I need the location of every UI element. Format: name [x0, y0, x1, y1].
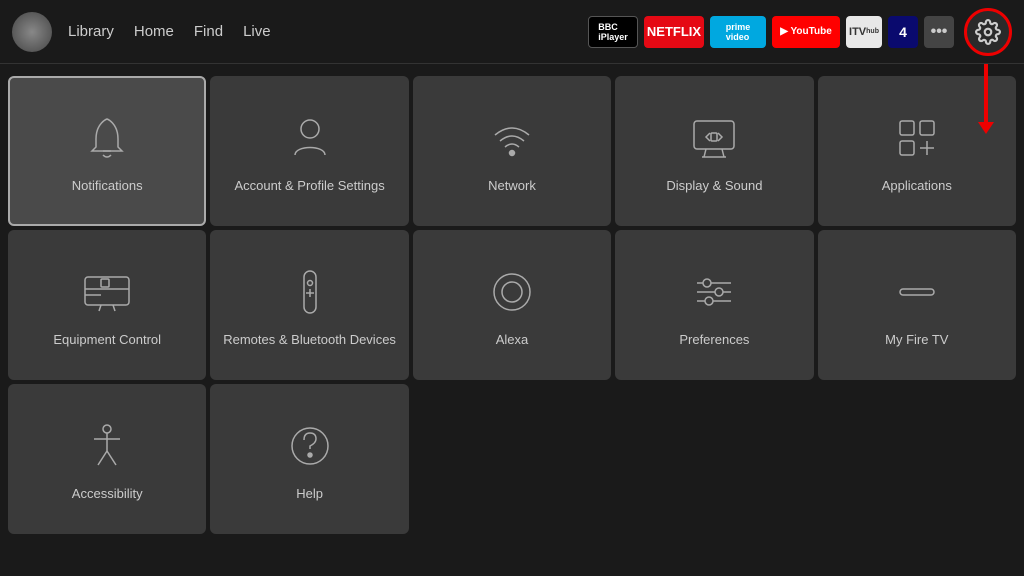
- display-icon-area: [684, 108, 744, 168]
- app-youtube[interactable]: ▶ YouTube: [772, 16, 840, 48]
- alexa-icon: [487, 267, 537, 317]
- accessibility-icon-area: [77, 416, 137, 476]
- wifi-icon: [487, 113, 537, 163]
- preferences-label: Preferences: [679, 332, 749, 349]
- network-icon-area: [482, 108, 542, 168]
- remotes-label: Remotes & Bluetooth Devices: [223, 332, 396, 349]
- accessibility-label: Accessibility: [72, 486, 143, 503]
- account-label: Account & Profile Settings: [234, 178, 384, 195]
- remotes-icon-area: [280, 262, 340, 322]
- gear-icon: [975, 19, 1001, 45]
- nav-home[interactable]: Home: [134, 23, 174, 40]
- grid-item-display-sound[interactable]: Display & Sound: [615, 76, 813, 226]
- grid-item-account[interactable]: Account & Profile Settings: [210, 76, 408, 226]
- display-sound-label: Display & Sound: [666, 178, 762, 195]
- nav-library[interactable]: Library: [68, 23, 114, 40]
- apps-icon: [892, 113, 942, 163]
- my-fire-tv-icon-area: [887, 262, 947, 322]
- grid-item-remotes[interactable]: Remotes & Bluetooth Devices: [210, 230, 408, 380]
- grid-item-accessibility[interactable]: Accessibility: [8, 384, 206, 534]
- applications-icon-area: [887, 108, 947, 168]
- accessibility-icon: [82, 421, 132, 471]
- nav-find[interactable]: Find: [194, 23, 223, 40]
- alexa-icon-area: [482, 262, 542, 322]
- bell-icon: [82, 113, 132, 163]
- sliders-icon: [689, 267, 739, 317]
- preferences-icon-area: [684, 262, 744, 322]
- app-4[interactable]: 4: [888, 16, 918, 48]
- help-icon-area: [280, 416, 340, 476]
- app-itv[interactable]: ITVhub: [846, 16, 882, 48]
- app-prime[interactable]: primevideo: [710, 16, 766, 48]
- grid-item-notifications[interactable]: Notifications: [8, 76, 206, 226]
- equipment-label: Equipment Control: [53, 332, 161, 349]
- my-fire-tv-label: My Fire TV: [885, 332, 948, 349]
- header: Library Home Find Live BBCiPlayer NETFLI…: [0, 0, 1024, 64]
- app-bbc[interactable]: BBCiPlayer: [588, 16, 638, 48]
- network-label: Network: [488, 178, 536, 195]
- applications-label: Applications: [882, 178, 952, 195]
- arrow-indicator: [984, 64, 988, 124]
- notifications-icon-area: [77, 108, 137, 168]
- app-more[interactable]: •••: [924, 16, 954, 48]
- grid-item-help[interactable]: Help: [210, 384, 408, 534]
- firetv-icon: [892, 267, 942, 317]
- remote-icon: [285, 267, 335, 317]
- person-icon: [285, 113, 335, 163]
- help-icon: [285, 421, 335, 471]
- grid-item-equipment[interactable]: Equipment Control: [8, 230, 206, 380]
- grid-item-alexa[interactable]: Alexa: [413, 230, 611, 380]
- streaming-apps: BBCiPlayer NETFLIX primevideo ▶ YouTube …: [588, 16, 954, 48]
- help-label: Help: [296, 486, 323, 503]
- grid-item-my-fire-tv[interactable]: My Fire TV: [818, 230, 1016, 380]
- notifications-label: Notifications: [72, 178, 143, 195]
- account-icon-area: [280, 108, 340, 168]
- settings-grid: Notifications Account & Profile Settings…: [0, 68, 1024, 542]
- nav-live[interactable]: Live: [243, 23, 271, 40]
- grid-item-preferences[interactable]: Preferences: [615, 230, 813, 380]
- nav-items: Library Home Find Live: [68, 23, 271, 40]
- app-netflix[interactable]: NETFLIX: [644, 16, 704, 48]
- avatar[interactable]: [12, 12, 52, 52]
- equipment-icon-area: [77, 262, 137, 322]
- alexa-label: Alexa: [496, 332, 529, 349]
- grid-item-network[interactable]: Network: [413, 76, 611, 226]
- display-icon: [688, 113, 740, 163]
- settings-button[interactable]: [964, 8, 1012, 56]
- tv-icon: [81, 267, 133, 317]
